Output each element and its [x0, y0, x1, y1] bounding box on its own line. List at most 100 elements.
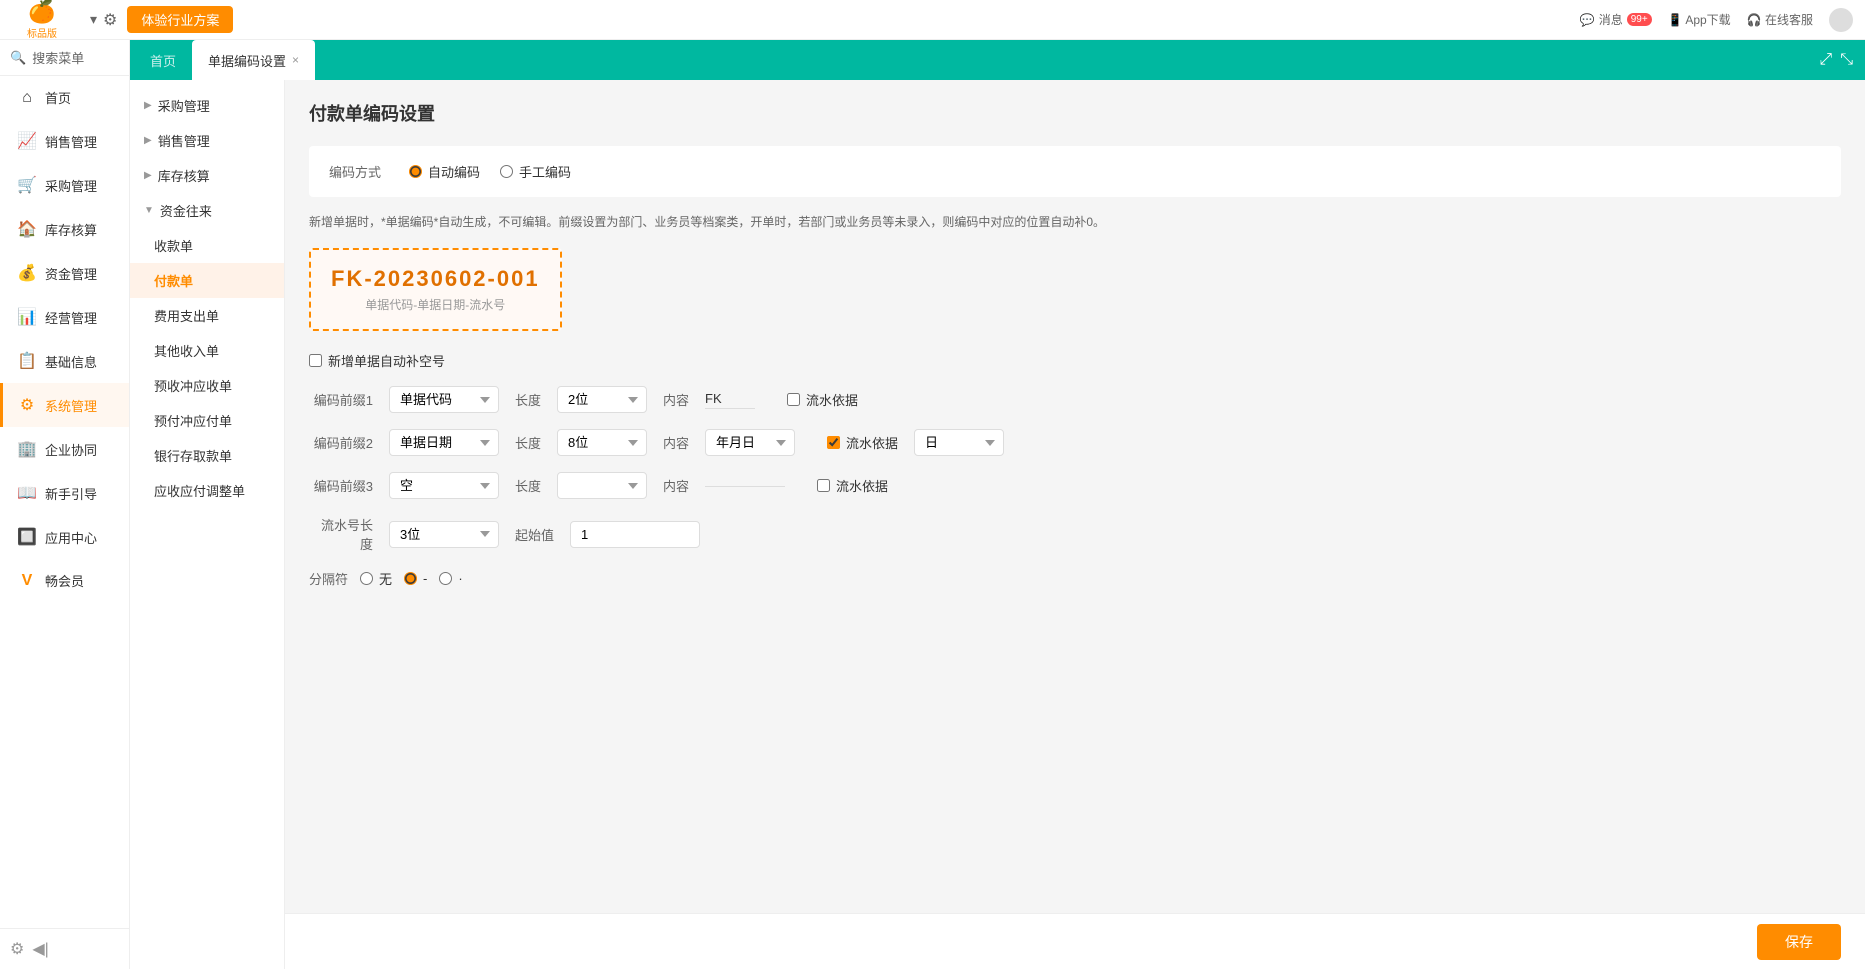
sidebar-item-finance[interactable]: 💰 资金管理: [0, 251, 129, 295]
online-service[interactable]: 🎧 在线客服: [1747, 11, 1813, 28]
secondary-sidebar: ▶ 采购管理 ▶ 销售管理 ▶ 库存核算 ▼ 资金往来 收款单 付款单 费用支出…: [130, 80, 285, 969]
prefix2-serial-checkbox[interactable]: 流水依据: [827, 433, 898, 452]
sep-none-input[interactable]: [360, 572, 373, 585]
start-value-input[interactable]: [570, 521, 700, 548]
message-area[interactable]: 💬 消息 99+: [1580, 11, 1652, 28]
prefix2-serial-input[interactable]: [827, 436, 840, 449]
tab-expand-icon[interactable]: ⤢: [1819, 51, 1832, 69]
inventory-icon: 🏠: [17, 219, 37, 239]
prefix1-length-label: 长度: [515, 390, 541, 409]
top-bar: 🍊 标品版 ▾ ⚙ 体验行业方案 💬 消息 99+ 📱 App下载 🎧 在线客服: [0, 0, 1865, 40]
sec-group-purchase[interactable]: ▶ 采购管理: [130, 88, 284, 123]
auto-fill-checkbox[interactable]: [309, 354, 322, 367]
serial-no-select[interactable]: 3位: [389, 521, 499, 548]
trial-button[interactable]: 体验行业方案: [127, 6, 233, 33]
prefix1-serial-checkbox[interactable]: 流水依据: [787, 390, 858, 409]
prefix1-label: 编码前缀1: [309, 390, 373, 409]
bottom-bar: 保存: [285, 913, 1865, 969]
sec-sub-bank-deposit[interactable]: 银行存取款单: [130, 438, 284, 473]
prefix3-select[interactable]: 空: [389, 472, 499, 499]
sidebar-item-home[interactable]: ⌂ 首页: [0, 76, 129, 119]
sec-sub-expense[interactable]: 费用支出单: [130, 298, 284, 333]
collapse-icon[interactable]: ◀|: [32, 939, 48, 959]
tab-more-icon[interactable]: ⤡: [1840, 51, 1853, 69]
sidebar-item-apps[interactable]: 🔲 应用中心: [0, 515, 129, 559]
sidebar-item-inventory[interactable]: 🏠 库存核算: [0, 207, 129, 251]
prefix3-content-label: 内容: [663, 476, 689, 495]
save-button[interactable]: 保存: [1757, 924, 1841, 960]
sec-group-inventory[interactable]: ▶ 库存核算: [130, 158, 284, 193]
home-icon: ⌂: [17, 89, 37, 107]
auto-fill-row[interactable]: 新增单据自动补空号: [309, 351, 1841, 370]
chevron-right-icon: ▶: [144, 170, 152, 181]
prefix2-length-label: 长度: [515, 433, 541, 452]
prefix2-content-label: 内容: [663, 433, 689, 452]
prefix1-select[interactable]: 单据代码: [389, 386, 499, 413]
tab-home[interactable]: 首页: [134, 40, 192, 80]
search-menu[interactable]: 🔍 搜索菜单: [0, 40, 129, 76]
user-avatar[interactable]: [1829, 8, 1853, 32]
prefix3-content-value: [705, 484, 785, 487]
sec-sub-prepay-recv[interactable]: 预收冲应收单: [130, 368, 284, 403]
encoding-method-section: 编码方式 自动编码 手工编码: [309, 146, 1841, 197]
serial-no-row: 流水号长度 3位 起始值: [309, 515, 1841, 553]
radio-auto-input[interactable]: [409, 165, 422, 178]
prefix2-length-select[interactable]: 8位: [557, 429, 647, 456]
radio-manual-input[interactable]: [500, 165, 513, 178]
settings-bottom-icon[interactable]: ⚙: [10, 939, 24, 959]
tab-bar-actions: ⤢ ⤡: [1819, 51, 1861, 69]
radio-manual-encoding[interactable]: 手工编码: [500, 162, 571, 181]
nav-dropdown-arrow[interactable]: ▾: [90, 11, 97, 28]
sidebar-item-guide[interactable]: 📖 新手引导: [0, 471, 129, 515]
chevron-down-icon: ▼: [144, 205, 154, 216]
sep-dash-input[interactable]: [404, 572, 417, 585]
sidebar-item-enterprise[interactable]: 🏢 企业协同: [0, 427, 129, 471]
sec-sub-receipt[interactable]: 收款单: [130, 228, 284, 263]
sec-group-sales[interactable]: ▶ 销售管理: [130, 123, 284, 158]
sep-none[interactable]: 无: [360, 569, 392, 588]
search-icon: 🔍: [10, 50, 26, 66]
app-download[interactable]: 📱 App下载: [1668, 11, 1731, 28]
prefix3-serial-checkbox[interactable]: 流水依据: [817, 476, 888, 495]
encoding-label: 编码方式: [329, 162, 381, 181]
sec-sub-income[interactable]: 其他收入单: [130, 333, 284, 368]
app-icon: 📱: [1668, 13, 1683, 27]
sidebar-item-purchase[interactable]: 🛒 采购管理: [0, 163, 129, 207]
guide-icon: 📖: [17, 483, 37, 503]
sidebar-item-member[interactable]: V 畅会员: [0, 559, 129, 602]
prefix2-content-select[interactable]: 年月日: [705, 429, 795, 456]
tab-serial-settings[interactable]: 单据编码设置 ×: [192, 40, 315, 80]
sidebar-item-basic[interactable]: 📋 基础信息: [0, 339, 129, 383]
sec-group-funds[interactable]: ▼ 资金往来: [130, 193, 284, 228]
auto-fill-label: 新增单据自动补空号: [328, 351, 445, 370]
code-preview-main: FK-20230602-001: [331, 266, 540, 292]
tab-close-icon[interactable]: ×: [292, 53, 299, 67]
sales-icon: 📈: [17, 131, 37, 151]
sidebar-item-operations[interactable]: 📊 经营管理: [0, 295, 129, 339]
prefix3-label: 编码前缀3: [309, 476, 373, 495]
sec-sub-recv-adj[interactable]: 应收应付调整单: [130, 473, 284, 508]
operations-icon: 📊: [17, 307, 37, 327]
sidebar-item-system[interactable]: ⚙ 系统管理: [0, 383, 129, 427]
main-right: 付款单编码设置 编码方式 自动编码 手工编码: [285, 80, 1865, 969]
radio-auto-encoding[interactable]: 自动编码: [409, 162, 480, 181]
prefix3-serial-input[interactable]: [817, 479, 830, 492]
settings-icon[interactable]: ⚙: [103, 10, 117, 30]
sec-sub-payment[interactable]: 付款单: [130, 263, 284, 298]
member-icon: V: [17, 572, 37, 590]
sidebar-item-sales[interactable]: 📈 销售管理: [0, 119, 129, 163]
prefix1-length-select[interactable]: 2位: [557, 386, 647, 413]
sec-sub-prepay-pay[interactable]: 预付冲应付单: [130, 403, 284, 438]
sep-dot-input[interactable]: [439, 572, 452, 585]
prefix2-select[interactable]: 单据日期: [389, 429, 499, 456]
sidebar-bottom: ⚙ ◀|: [0, 928, 129, 969]
prefix1-serial-input[interactable]: [787, 393, 800, 406]
sep-dash[interactable]: -: [404, 571, 427, 586]
sep-dot[interactable]: ·: [439, 571, 462, 586]
prefix3-length-select[interactable]: [557, 472, 647, 499]
brand-logo: 🍊 标品版: [12, 0, 72, 40]
prefix2-unit-select[interactable]: 日: [914, 429, 1004, 456]
finance-icon: 💰: [17, 263, 37, 283]
top-nav: ▾ ⚙: [90, 10, 117, 30]
chevron-right-icon: ▶: [144, 100, 152, 111]
